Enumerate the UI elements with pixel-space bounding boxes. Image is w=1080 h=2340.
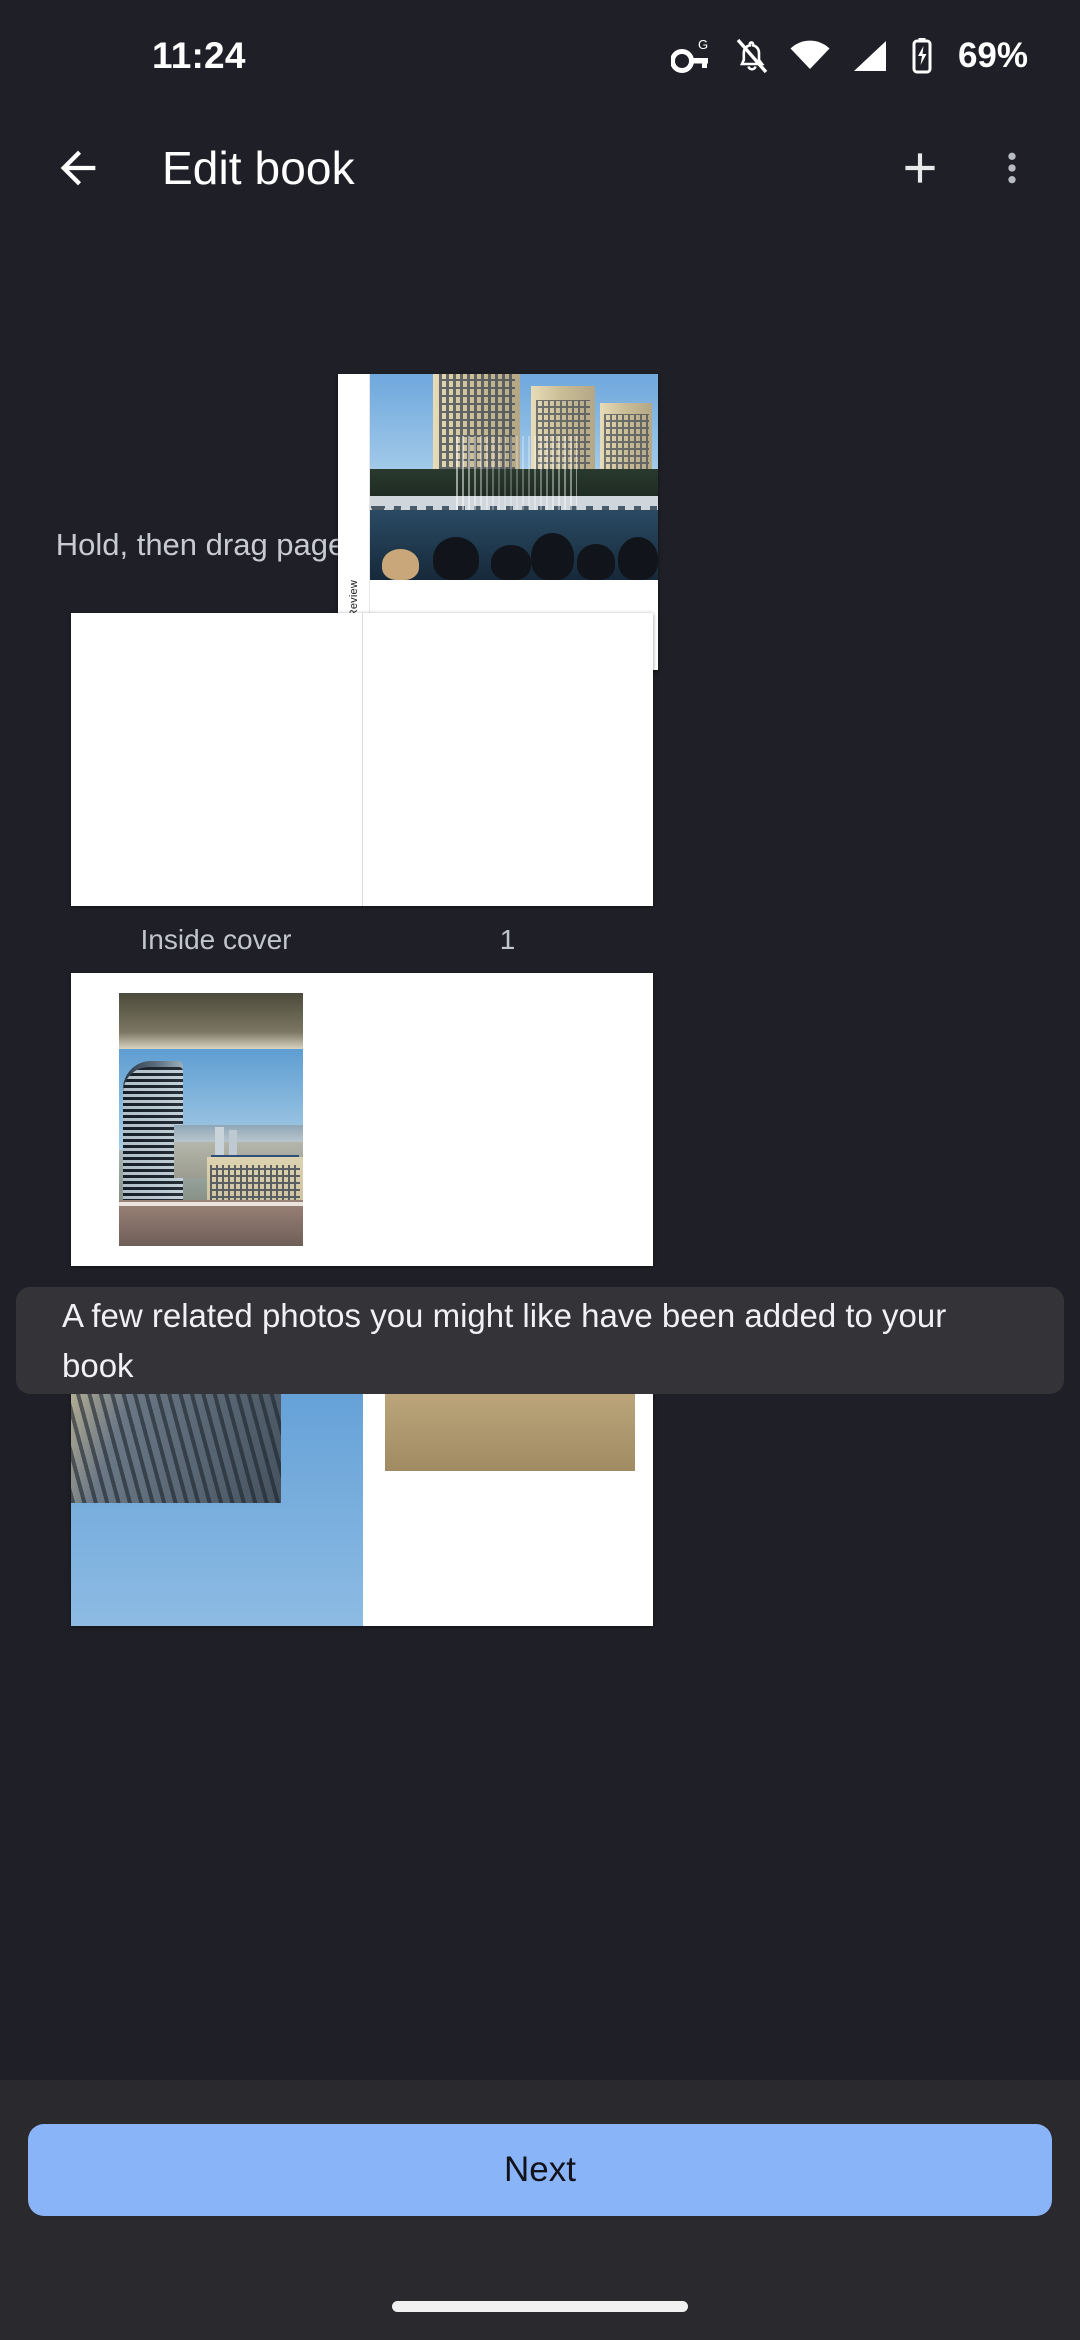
bottom-action-bar: Next: [0, 2080, 1080, 2340]
photo-far-tower-1: [214, 1127, 224, 1155]
page-title: Edit book: [162, 142, 355, 194]
back-arrow-icon: [60, 150, 96, 186]
cover-fountain: [456, 435, 578, 510]
crowd-head: [490, 545, 532, 580]
notifications-off-icon: [736, 38, 768, 74]
page-1[interactable]: [362, 613, 653, 906]
snackbar-message: A few related photos you might like have…: [62, 1296, 947, 1384]
next-button[interactable]: Next: [28, 2124, 1052, 2216]
add-page-button[interactable]: [874, 122, 966, 214]
photo-far-tower-2: [229, 1129, 237, 1155]
vpn-key-g-icon: G: [670, 37, 708, 73]
status-bar: 11:24 G 69%: [0, 0, 1080, 112]
inside-cover-spread[interactable]: [71, 613, 653, 906]
photo-mountains: [174, 1124, 303, 1143]
crowd-head: [433, 536, 480, 580]
crowd-head: [381, 549, 419, 580]
photo-window-rail: [119, 1201, 303, 1206]
label-inside-cover: Inside cover: [140, 924, 292, 955]
battery-charging-icon: [912, 38, 932, 74]
label-page-1: 1: [499, 924, 516, 955]
photo-ceiling: [119, 993, 303, 1049]
overflow-menu-button[interactable]: [966, 122, 1058, 214]
book-pages-list[interactable]: Hold, then drag pages to rearrange Tap a…: [0, 224, 1080, 2340]
crowd-head: [531, 533, 575, 580]
page-photo-vegas-skyline: [119, 993, 303, 1246]
cellular-signal-icon: [853, 41, 886, 71]
wifi-icon: [790, 40, 830, 69]
cover-crowd: [370, 531, 658, 580]
cover-photo-bellagio: [370, 374, 658, 580]
photo-foreground: [119, 1200, 303, 1246]
photo-spread[interactable]: [71, 973, 653, 1266]
page-inside-cover[interactable]: [71, 613, 363, 906]
crowd-head: [617, 536, 658, 580]
more-vert-icon: [1008, 152, 1016, 184]
crowd-head: [577, 544, 615, 580]
app-bar: Edit book: [0, 112, 1080, 224]
battery-percentage: 69%: [957, 36, 1028, 75]
edit-book-screen: 11:24 G 69% Edit book Hold, then drag pa…: [0, 0, 1080, 2340]
navigation-bar-pill[interactable]: [392, 2301, 688, 2312]
svg-text:G: G: [698, 37, 708, 52]
snackbar[interactable]: A few related photos you might like have…: [16, 1287, 1064, 1394]
back-button[interactable]: [30, 120, 126, 216]
plus-icon: [905, 153, 935, 183]
status-bar-clock: 11:24: [152, 35, 246, 76]
status-bar-icons: G 69%: [670, 36, 1028, 76]
